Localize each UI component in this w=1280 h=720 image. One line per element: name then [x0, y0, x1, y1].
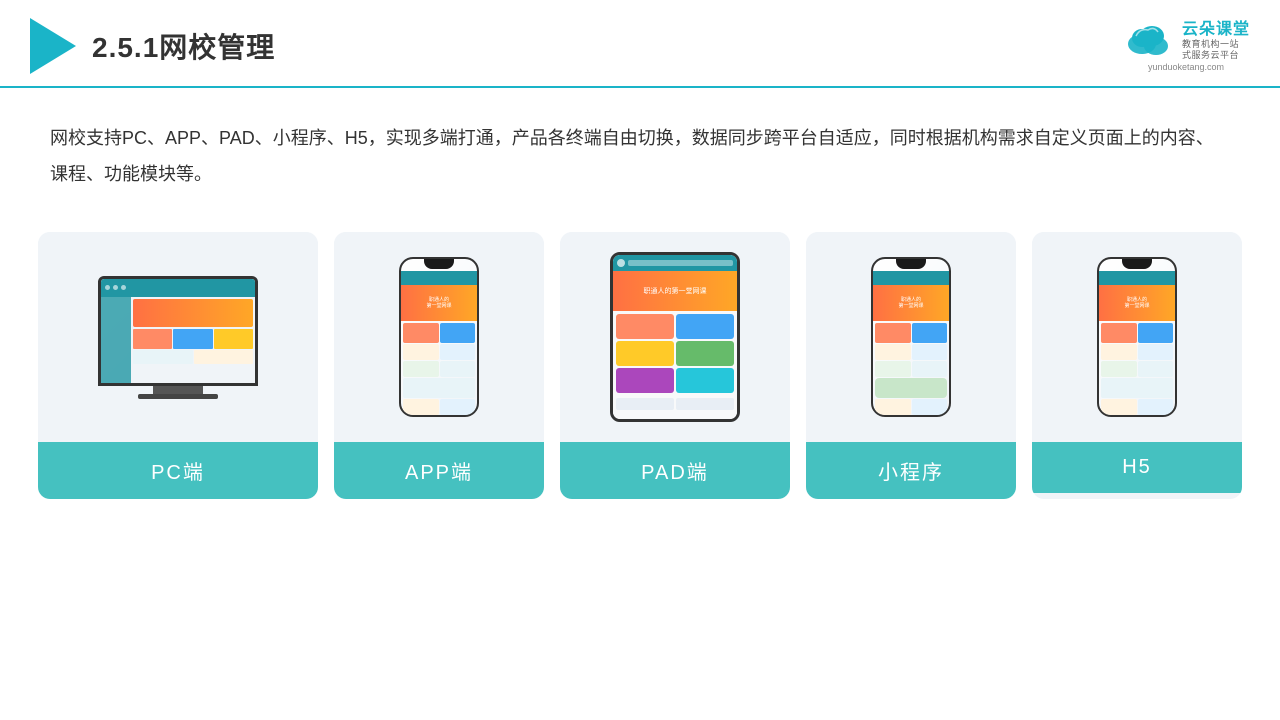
cloud-logo: 云朵课堂 教育机构一站式服务云平台 — [1122, 20, 1250, 61]
page-title: 2.5.1网校管理 — [92, 26, 275, 66]
miniprogram-phone-notch — [896, 259, 926, 269]
card-miniprogram-label: 小程序 — [806, 442, 1016, 499]
card-app[interactable]: 职通人的第一堂网课 — [334, 232, 544, 499]
h5-phone-screen: 职通人的第一堂网课 — [1099, 259, 1175, 415]
card-pc[interactable]: PC端 — [38, 232, 318, 499]
card-app-label: APP端 — [334, 442, 544, 499]
miniprogram-phone-body: 职通人的第一堂网课 — [871, 257, 951, 417]
logo-text: 云朵课堂 教育机构一站式服务云平台 — [1182, 20, 1250, 61]
cards-container: PC端 职通人的第一堂网课 — [0, 212, 1280, 529]
header-left: 2.5.1网校管理 — [30, 18, 275, 74]
card-pad-label: PAD端 — [560, 442, 790, 499]
description-text: 网校支持PC、APP、PAD、小程序、H5，实现多端打通，产品各终端自由切换，数… — [0, 88, 1280, 212]
card-pad[interactable]: 职通人的第一堂网课 — [560, 232, 790, 499]
card-h5-label: H5 — [1032, 442, 1242, 493]
description-paragraph: 网校支持PC、APP、PAD、小程序、H5，实现多端打通，产品各终端自由切换，数… — [50, 120, 1230, 192]
logo-sub-text: 教育机构一站式服务云平台 — [1182, 39, 1250, 61]
card-pc-label: PC端 — [38, 442, 318, 499]
cloud-icon — [1122, 22, 1174, 58]
logo-triangle-icon — [30, 18, 76, 74]
card-h5-image: 职通人的第一堂网课 — [1032, 232, 1242, 442]
card-pc-image — [38, 232, 318, 442]
phone-notch — [424, 259, 454, 269]
pc-base — [138, 394, 218, 399]
logo-main-text: 云朵课堂 — [1182, 20, 1250, 39]
h5-phone-body: 职通人的第一堂网课 — [1097, 257, 1177, 417]
miniprogram-phone-screen: 职通人的第一堂网课 — [873, 259, 949, 415]
pad-tablet-mockup: 职通人的第一堂网课 — [610, 252, 740, 422]
tablet-banner: 职通人的第一堂网课 — [613, 271, 737, 311]
pc-stand — [153, 386, 203, 394]
card-miniprogram-image: 职通人的第一堂网课 — [806, 232, 1016, 442]
card-h5[interactable]: 职通人的第一堂网课 — [1032, 232, 1242, 499]
app-phone-body: 职通人的第一堂网课 — [399, 257, 479, 417]
card-pad-image: 职通人的第一堂网课 — [560, 232, 790, 442]
tablet-nav — [613, 255, 737, 271]
card-app-image: 职通人的第一堂网课 — [334, 232, 544, 442]
card-miniprogram[interactable]: 职通人的第一堂网课 — [806, 232, 1016, 499]
pc-device-mockup — [98, 276, 258, 399]
app-phone-mockup: 职通人的第一堂网课 — [399, 257, 479, 417]
pad-tablet-body: 职通人的第一堂网课 — [610, 252, 740, 422]
logo-url: yunduoketang.com — [1148, 62, 1224, 72]
header-right: 云朵课堂 教育机构一站式服务云平台 yunduoketang.com — [1122, 20, 1250, 73]
h5-phone-notch — [1122, 259, 1152, 269]
miniprogram-phone-mockup: 职通人的第一堂网课 — [871, 257, 951, 417]
pad-tablet-screen: 职通人的第一堂网课 — [613, 255, 737, 419]
app-phone-screen: 职通人的第一堂网课 — [401, 259, 477, 415]
page-header: 2.5.1网校管理 云朵课堂 教育机构一站式服务云平台 yunduoketang… — [0, 0, 1280, 88]
h5-phone-mockup: 职通人的第一堂网课 — [1097, 257, 1177, 417]
pc-screen — [98, 276, 258, 386]
